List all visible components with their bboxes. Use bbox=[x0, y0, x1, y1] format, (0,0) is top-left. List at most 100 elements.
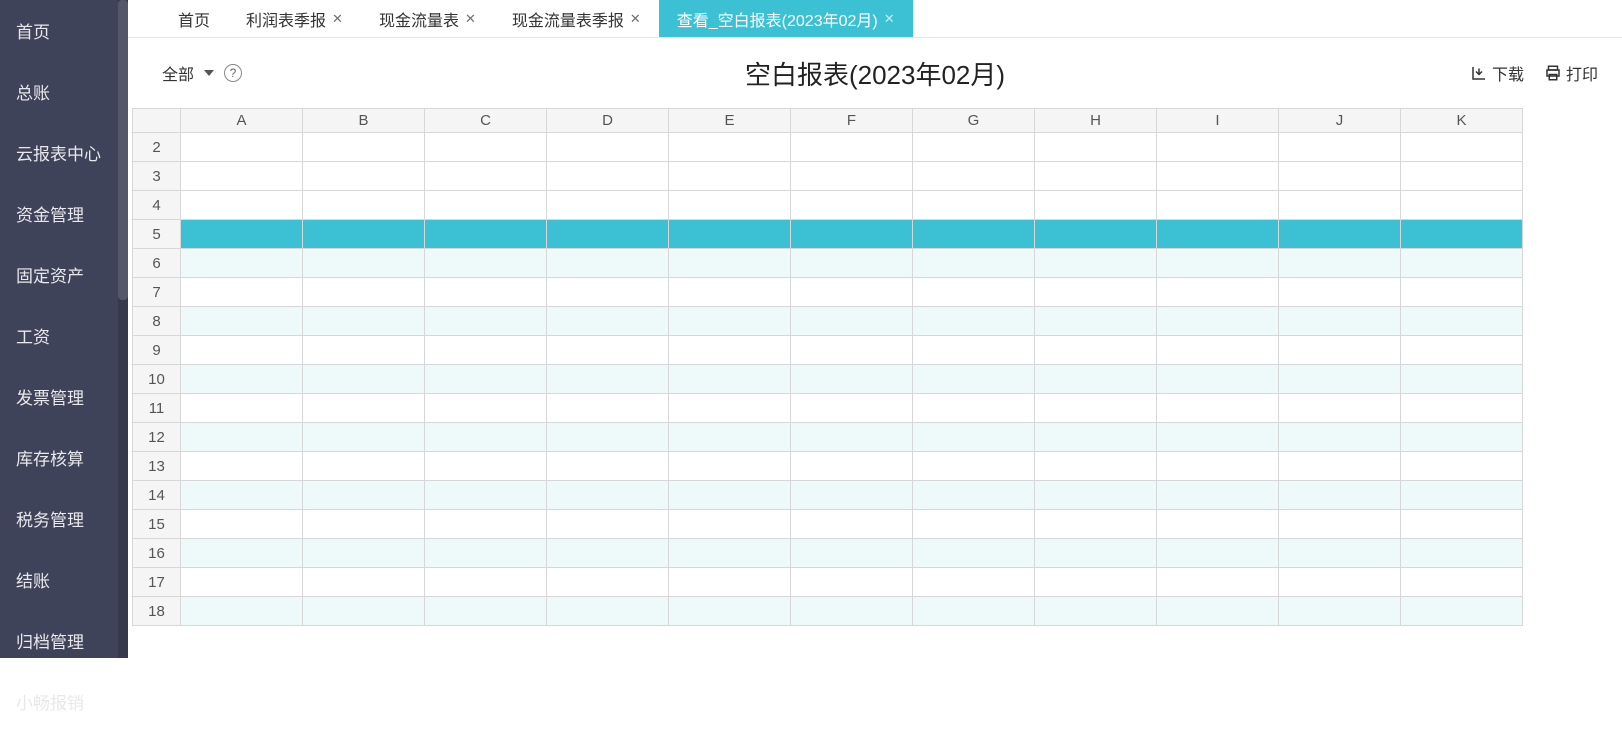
cell[interactable] bbox=[181, 278, 303, 307]
sheet-corner[interactable] bbox=[133, 109, 181, 133]
cell[interactable] bbox=[303, 597, 425, 626]
cell[interactable] bbox=[669, 191, 791, 220]
cell[interactable] bbox=[547, 423, 669, 452]
row-header[interactable]: 16 bbox=[133, 539, 181, 568]
cell[interactable] bbox=[669, 307, 791, 336]
cell[interactable] bbox=[913, 336, 1035, 365]
cell[interactable] bbox=[669, 278, 791, 307]
row-header[interactable]: 11 bbox=[133, 394, 181, 423]
cell[interactable] bbox=[303, 423, 425, 452]
cell[interactable] bbox=[1279, 191, 1401, 220]
cell[interactable] bbox=[1401, 162, 1523, 191]
sidebar-item-ledger[interactable]: 总账 bbox=[0, 61, 128, 122]
cell[interactable] bbox=[1279, 539, 1401, 568]
cell[interactable] bbox=[913, 423, 1035, 452]
cell[interactable] bbox=[913, 510, 1035, 539]
close-icon[interactable]: ✕ bbox=[332, 11, 343, 27]
cell[interactable] bbox=[913, 133, 1035, 162]
cell[interactable] bbox=[669, 510, 791, 539]
cell[interactable] bbox=[1401, 539, 1523, 568]
cell[interactable] bbox=[1035, 162, 1157, 191]
row-header[interactable]: 17 bbox=[133, 568, 181, 597]
cell[interactable] bbox=[181, 597, 303, 626]
cell[interactable] bbox=[181, 510, 303, 539]
cell[interactable] bbox=[669, 597, 791, 626]
column-header[interactable]: G bbox=[913, 109, 1035, 133]
row-header[interactable]: 14 bbox=[133, 481, 181, 510]
cell[interactable] bbox=[1157, 307, 1279, 336]
cell[interactable] bbox=[303, 452, 425, 481]
cell[interactable] bbox=[791, 278, 913, 307]
cell[interactable] bbox=[425, 452, 547, 481]
cell[interactable] bbox=[1279, 510, 1401, 539]
cell[interactable] bbox=[1401, 423, 1523, 452]
row-header[interactable]: 18 bbox=[133, 597, 181, 626]
cell[interactable] bbox=[425, 510, 547, 539]
cell[interactable] bbox=[181, 394, 303, 423]
cell[interactable] bbox=[913, 394, 1035, 423]
cell[interactable] bbox=[791, 249, 913, 278]
cell[interactable] bbox=[1279, 423, 1401, 452]
column-header[interactable]: J bbox=[1279, 109, 1401, 133]
cell[interactable] bbox=[791, 423, 913, 452]
cell[interactable] bbox=[547, 365, 669, 394]
cell[interactable] bbox=[913, 365, 1035, 394]
cell[interactable] bbox=[1157, 220, 1279, 249]
cell[interactable] bbox=[1157, 133, 1279, 162]
cell[interactable] bbox=[791, 597, 913, 626]
cell[interactable] bbox=[303, 307, 425, 336]
close-icon[interactable]: ✕ bbox=[630, 11, 641, 27]
cell[interactable] bbox=[1157, 394, 1279, 423]
cell[interactable] bbox=[1035, 452, 1157, 481]
cell[interactable] bbox=[1035, 278, 1157, 307]
cell[interactable] bbox=[181, 336, 303, 365]
cell[interactable] bbox=[669, 365, 791, 394]
row-header[interactable]: 2 bbox=[133, 133, 181, 162]
cell[interactable] bbox=[1279, 481, 1401, 510]
cell[interactable] bbox=[1279, 133, 1401, 162]
cell[interactable] bbox=[913, 191, 1035, 220]
cell[interactable] bbox=[547, 220, 669, 249]
cell[interactable] bbox=[1157, 249, 1279, 278]
cell[interactable] bbox=[1279, 162, 1401, 191]
cell[interactable] bbox=[791, 481, 913, 510]
cell[interactable] bbox=[181, 307, 303, 336]
row-header[interactable]: 15 bbox=[133, 510, 181, 539]
cell[interactable] bbox=[791, 220, 913, 249]
cell[interactable] bbox=[425, 307, 547, 336]
cell[interactable] bbox=[181, 539, 303, 568]
cell[interactable] bbox=[1035, 423, 1157, 452]
cell[interactable] bbox=[303, 220, 425, 249]
cell[interactable] bbox=[1157, 481, 1279, 510]
cell[interactable] bbox=[913, 307, 1035, 336]
column-header[interactable]: D bbox=[547, 109, 669, 133]
tab-profit-quarterly[interactable]: 利润表季报 ✕ bbox=[228, 0, 361, 38]
cell[interactable] bbox=[425, 423, 547, 452]
cell[interactable] bbox=[547, 539, 669, 568]
column-header[interactable]: H bbox=[1035, 109, 1157, 133]
cell[interactable] bbox=[1401, 220, 1523, 249]
cell[interactable] bbox=[181, 423, 303, 452]
cell[interactable] bbox=[1157, 510, 1279, 539]
cell[interactable] bbox=[1401, 336, 1523, 365]
cell[interactable] bbox=[303, 278, 425, 307]
cell[interactable] bbox=[791, 336, 913, 365]
cell[interactable] bbox=[669, 568, 791, 597]
cell[interactable] bbox=[913, 220, 1035, 249]
cell[interactable] bbox=[303, 365, 425, 394]
cell[interactable] bbox=[1035, 365, 1157, 394]
cell[interactable] bbox=[669, 336, 791, 365]
cell[interactable] bbox=[1279, 394, 1401, 423]
column-header[interactable]: B bbox=[303, 109, 425, 133]
cell[interactable] bbox=[303, 539, 425, 568]
cell[interactable] bbox=[791, 510, 913, 539]
column-header[interactable]: I bbox=[1157, 109, 1279, 133]
cell[interactable] bbox=[1157, 191, 1279, 220]
cell[interactable] bbox=[547, 394, 669, 423]
cell[interactable] bbox=[1035, 220, 1157, 249]
column-header[interactable]: E bbox=[669, 109, 791, 133]
sidebar-item-closing[interactable]: 结账 bbox=[0, 549, 128, 610]
cell[interactable] bbox=[547, 307, 669, 336]
tab-home[interactable]: 首页 bbox=[160, 0, 228, 38]
cell[interactable] bbox=[1279, 568, 1401, 597]
